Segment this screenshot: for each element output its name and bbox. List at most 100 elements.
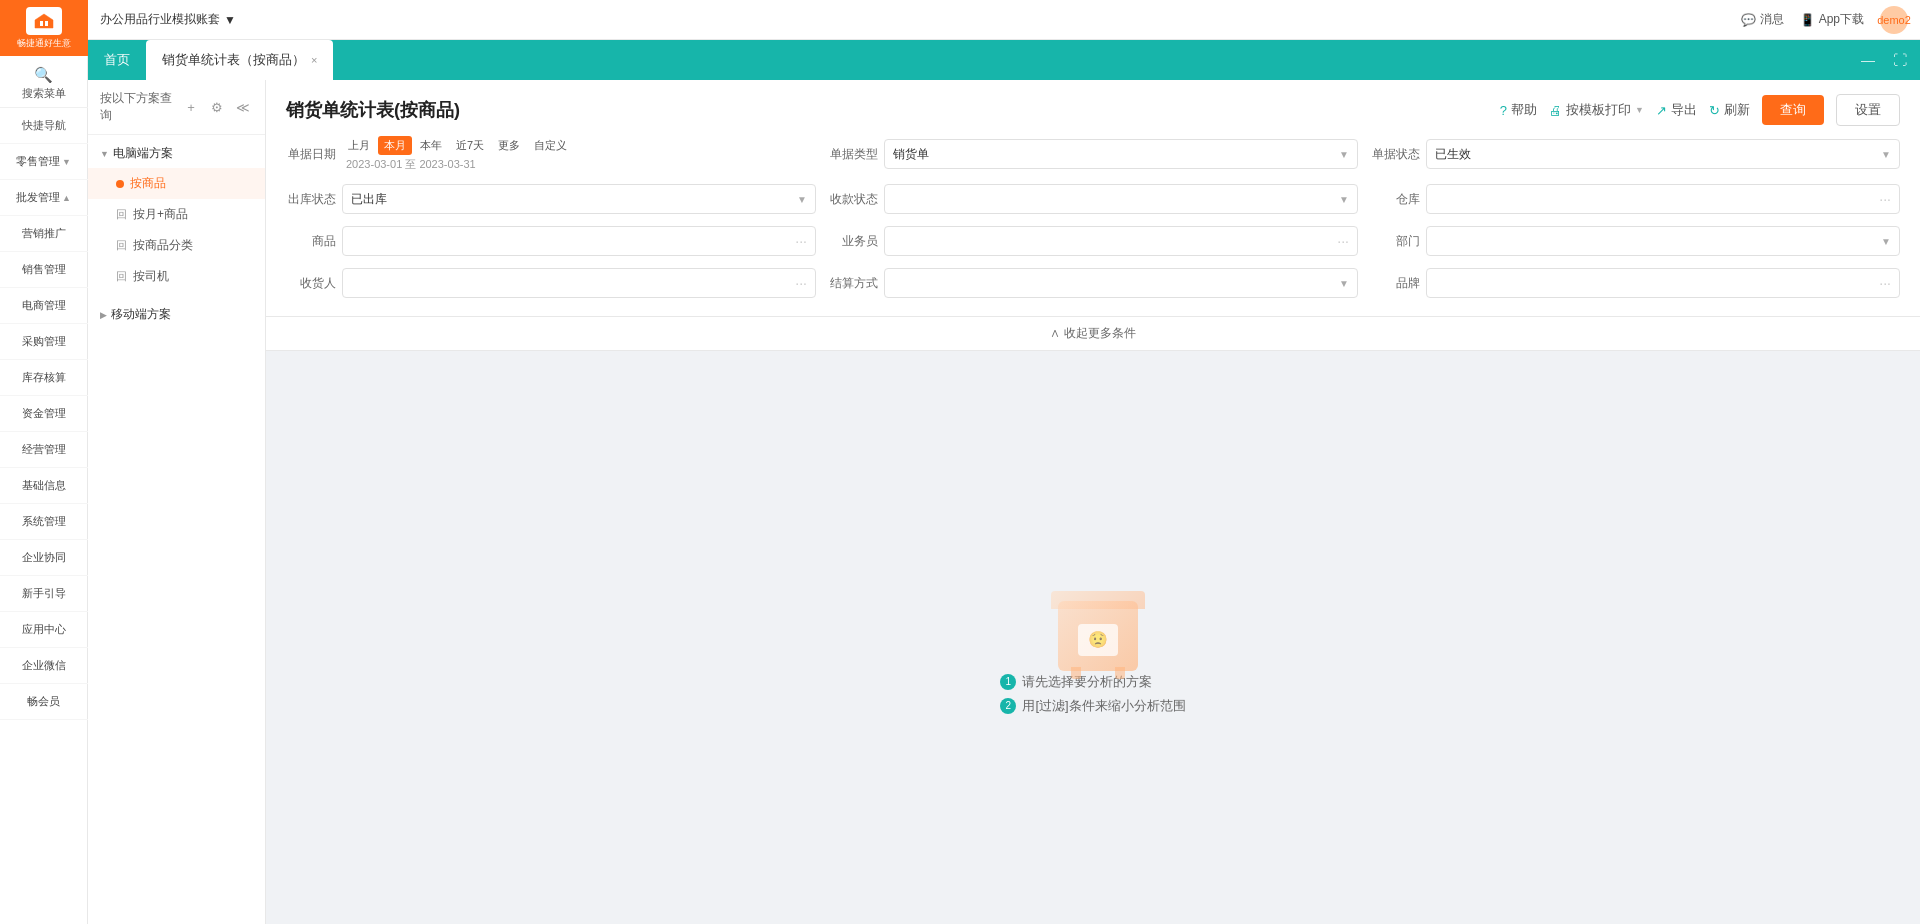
filter-doc-status-value: 已生效 (1435, 146, 1881, 163)
page-actions: ? 帮助 🖨 按模板打印 ▼ ↗ 导出 ↻ (1500, 94, 1900, 126)
logo-text: 畅捷通好生意 (17, 37, 71, 50)
filter-dept-select[interactable]: ▼ (1426, 226, 1900, 256)
sidebar-item-member[interactable]: 畅会员 (0, 684, 88, 720)
date-preset-this-month[interactable]: 本月 (378, 136, 412, 155)
filter-brand-input[interactable]: ··· (1426, 268, 1900, 298)
scheme-item-by-month-goods[interactable]: 回 按月+商品 (88, 199, 265, 230)
filter-goods-input[interactable]: ··· (342, 226, 816, 256)
scheme-item-by-goods-cat[interactable]: 回 按商品分类 (88, 230, 265, 261)
out-status-arrow-icon: ▼ (797, 194, 807, 205)
scheme-group-pc: ▼ 电脑端方案 按商品 回 按月+商品 回 按商品分类 回 按司机 (88, 135, 265, 296)
filter-brand-label: 品牌 (1370, 275, 1420, 292)
tip-text-1: 请先选择要分析的方案 (1022, 673, 1152, 691)
sidebar: 畅捷通好生意 🔍 标版 搜索菜单 快捷导航 零售管理 ▼ 批发管理 ▲ 营销推广… (0, 0, 88, 924)
scheme-group-mobile-header[interactable]: ▶ 移动端方案 (88, 300, 265, 329)
sidebar-item-base[interactable]: 基础信息 (0, 468, 88, 504)
filter-area: 销货单统计表(按商品) ? 帮助 🖨 按模板打印 ▼ ↗ (266, 80, 1920, 317)
tabbar: 首页 销货单统计表（按商品） × — ⛶ (88, 40, 1920, 80)
date-preset-more[interactable]: 更多 (492, 136, 526, 155)
sidebar-item-system[interactable]: 系统管理 (0, 504, 88, 540)
filter-out-status-field: 出库状态 已出库 ▼ (286, 184, 816, 214)
filter-row-4: 收货人 ··· 结算方式 ▼ 品牌 (286, 268, 1900, 298)
filter-warehouse-field: 仓库 ··· (1370, 184, 1900, 214)
query-button[interactable]: 查询 (1762, 95, 1824, 125)
sidebar-item-retail[interactable]: 零售管理 ▼ (0, 144, 88, 180)
scheme-collapse-button[interactable]: ≪ (233, 97, 253, 117)
filter-doc-status-label: 单据状态 (1370, 146, 1420, 163)
message-icon: 💬 (1741, 13, 1756, 27)
scheme-item-icon-month: 回 (116, 207, 127, 222)
date-preset-last-month[interactable]: 上月 (342, 136, 376, 155)
date-preset-7days[interactable]: 近7天 (450, 136, 490, 155)
sidebar-item-wholesale[interactable]: 批发管理 ▲ (0, 180, 88, 216)
sidebar-item-sales[interactable]: 销售管理 (0, 252, 88, 288)
wholesale-arrow-icon: ▲ (62, 193, 71, 203)
search-menu-item[interactable]: 🔍 标版 搜索菜单 (0, 56, 88, 108)
sidebar-item-app-center[interactable]: 应用中心 (0, 612, 88, 648)
salesman-dots-icon: ··· (1337, 233, 1349, 249)
sidebar-item-inventory[interactable]: 库存核算 (0, 360, 88, 396)
collect-status-arrow-icon: ▼ (1339, 194, 1349, 205)
scheme-panel-title: 按以下方案查询 (100, 90, 175, 124)
print-arrow-icon: ▼ (1635, 105, 1644, 115)
print-button[interactable]: 🖨 按模板打印 ▼ (1549, 101, 1644, 119)
filter-row-2: 出库状态 已出库 ▼ 收款状态 ▼ 仓库 (286, 184, 1900, 214)
scheme-group-mobile-arrow-icon: ▶ (100, 310, 107, 320)
sidebar-item-quick-nav[interactable]: 快捷导航 (0, 108, 88, 144)
app-download-button[interactable]: 📱 App下载 (1800, 11, 1864, 28)
industry-arrow-icon: ▼ (224, 13, 236, 27)
filter-goods-label: 商品 (286, 233, 336, 250)
filter-dept-field: 部门 ▼ (1370, 226, 1900, 256)
message-button[interactable]: 💬 消息 (1741, 11, 1784, 28)
right-content: 销货单统计表(按商品) ? 帮助 🖨 按模板打印 ▼ ↗ (266, 80, 1920, 924)
scheme-group-pc-arrow-icon: ▼ (100, 149, 109, 159)
scheme-item-by-goods[interactable]: 按商品 (88, 168, 265, 199)
scheme-group-mobile-label: 移动端方案 (111, 306, 171, 323)
scheme-add-button[interactable]: + (181, 97, 201, 117)
tab-home[interactable]: 首页 (88, 40, 146, 80)
settings-button[interactable]: 设置 (1836, 94, 1900, 126)
tab-minimize-button[interactable]: — (1856, 48, 1880, 72)
scheme-group-mobile: ▶ 移动端方案 (88, 296, 265, 333)
filter-doc-type-select[interactable]: 销货单 ▼ (884, 139, 1358, 169)
filter-doc-status-select[interactable]: 已生效 ▼ (1426, 139, 1900, 169)
sidebar-item-ecommerce[interactable]: 电商管理 (0, 288, 88, 324)
sidebar-item-finance[interactable]: 资金管理 (0, 396, 88, 432)
date-preset-custom[interactable]: 自定义 (528, 136, 573, 155)
collapse-conditions-button[interactable]: ∧ 收起更多条件 (266, 317, 1920, 351)
filter-salesman-input[interactable]: ··· (884, 226, 1358, 256)
tip-text-2: 用[过滤]条件来缩小分析范围 (1022, 697, 1185, 715)
sidebar-item-onboarding[interactable]: 新手引导 (0, 576, 88, 612)
filter-warehouse-input[interactable]: ··· (1426, 184, 1900, 214)
scheme-settings-button[interactable]: ⚙ (207, 97, 227, 117)
scheme-group-pc-header[interactable]: ▼ 电脑端方案 (88, 139, 265, 168)
filter-settle-select[interactable]: ▼ (884, 268, 1358, 298)
filter-collect-status-field: 收款状态 ▼ (828, 184, 1358, 214)
filter-collect-status-select[interactable]: ▼ (884, 184, 1358, 214)
filter-out-status-select[interactable]: 已出库 ▼ (342, 184, 816, 214)
scheme-item-by-machine[interactable]: 回 按司机 (88, 261, 265, 292)
filter-recipient-field: 收货人 ··· (286, 268, 816, 298)
sidebar-item-business[interactable]: 经营管理 (0, 432, 88, 468)
sidebar-item-corp[interactable]: 企业协同 (0, 540, 88, 576)
filter-recipient-input[interactable]: ··· (342, 268, 816, 298)
logo-icon (26, 7, 62, 35)
tab-maximize-button[interactable]: ⛶ (1888, 48, 1912, 72)
date-preset-this-year[interactable]: 本年 (414, 136, 448, 155)
dept-arrow-icon: ▼ (1881, 236, 1891, 247)
refresh-button[interactable]: ↻ 刷新 (1709, 101, 1750, 119)
export-button[interactable]: ↗ 导出 (1656, 101, 1697, 119)
user-avatar[interactable]: demo2 (1880, 6, 1908, 34)
tab-sales-stat[interactable]: 销货单统计表（按商品） × (146, 40, 333, 80)
export-icon: ↗ (1656, 103, 1667, 118)
scheme-item-by-goods-label: 按商品 (130, 175, 166, 192)
help-button[interactable]: ? 帮助 (1500, 101, 1537, 119)
tip-num-2: 2 (1000, 698, 1016, 714)
sidebar-item-marketing[interactable]: 营销推广 (0, 216, 88, 252)
tab-close-icon[interactable]: × (311, 55, 317, 66)
refresh-icon: ↻ (1709, 103, 1720, 118)
sidebar-item-purchase[interactable]: 采购管理 (0, 324, 88, 360)
sidebar-item-corp-wechat[interactable]: 企业微信 (0, 648, 88, 684)
tab-sales-stat-label: 销货单统计表（按商品） (162, 51, 305, 69)
scheme-item-icon-cat: 回 (116, 238, 127, 253)
